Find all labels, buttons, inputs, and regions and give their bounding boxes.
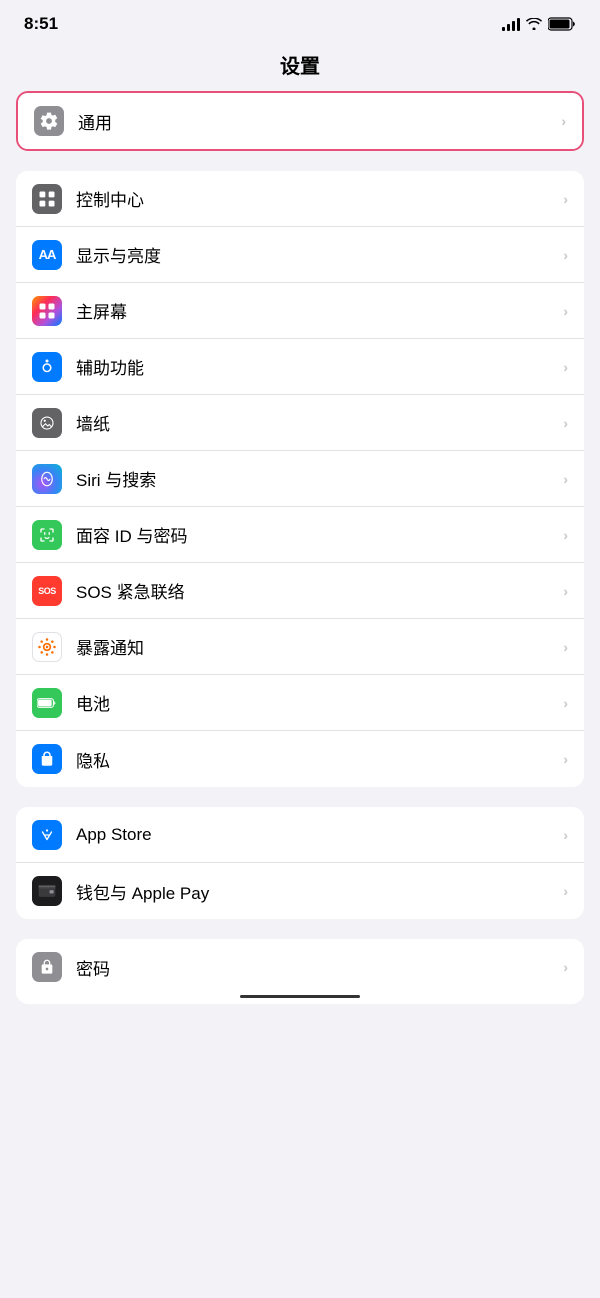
settings-row-general[interactable]: 通用 › <box>18 93 582 149</box>
status-bar: 8:51 <box>0 0 600 42</box>
home-screen-icon <box>32 296 62 326</box>
siri-label: Siri 与搜索 <box>76 466 559 491</box>
signal-icon <box>502 17 520 31</box>
wallpaper-label: 墙纸 <box>76 410 559 435</box>
settings-row-accessibility[interactable]: 辅助功能 › <box>16 339 584 395</box>
settings-row-faceid[interactable]: 面容 ID 与密码 › <box>16 507 584 563</box>
settings-row-wallpaper[interactable]: 墙纸 › <box>16 395 584 451</box>
siri-icon <box>32 464 62 494</box>
settings-row-siri[interactable]: Siri 与搜索 › <box>16 451 584 507</box>
sos-icon: SOS <box>32 576 62 606</box>
wallpaper-icon <box>32 408 62 438</box>
wifi-icon <box>526 18 542 30</box>
control-center-label: 控制中心 <box>76 186 559 211</box>
appstore-label: App Store <box>76 825 559 845</box>
battery-row-icon <box>32 688 62 718</box>
settings-row-appstore[interactable]: App Store › <box>16 807 584 863</box>
status-time: 8:51 <box>24 14 58 34</box>
wallet-icon <box>32 876 62 906</box>
faceid-label: 面容 ID 与密码 <box>76 522 559 547</box>
page-title: 设置 <box>0 42 600 91</box>
settings-row-password[interactable]: 密码 › <box>16 939 584 995</box>
settings-group-password: 密码 › <box>16 939 584 1004</box>
privacy-label: 隐私 <box>76 747 559 772</box>
settings-row-privacy[interactable]: 隐私 › <box>16 731 584 787</box>
exposure-icon <box>32 632 62 662</box>
settings-row-home-screen[interactable]: 主屏幕 › <box>16 283 584 339</box>
settings-row-sos[interactable]: SOS SOS 紧急联络 › <box>16 563 584 619</box>
settings-row-display[interactable]: AA 显示与亮度 › <box>16 227 584 283</box>
control-center-icon <box>32 184 62 214</box>
password-icon <box>32 952 62 982</box>
battery-label: 电池 <box>76 690 559 715</box>
display-label: 显示与亮度 <box>76 242 559 267</box>
settings-row-battery[interactable]: 电池 › <box>16 675 584 731</box>
settings-row-control-center[interactable]: 控制中心 › <box>16 171 584 227</box>
settings-row-exposure[interactable]: 暴露通知 › <box>16 619 584 675</box>
general-label: 通用 <box>78 109 557 134</box>
status-icons <box>502 17 576 31</box>
wallet-label: 钱包与 Apple Pay <box>76 879 559 904</box>
exposure-label: 暴露通知 <box>76 634 559 659</box>
home-indicator <box>240 995 360 998</box>
general-chevron: › <box>561 113 566 129</box>
accessibility-icon <box>32 352 62 382</box>
home-screen-label: 主屏幕 <box>76 298 559 323</box>
settings-group-main: 控制中心 › AA 显示与亮度 › 主屏幕 › 辅助功能 <box>16 171 584 787</box>
display-icon: AA <box>32 240 62 270</box>
password-label: 密码 <box>76 955 559 980</box>
privacy-icon <box>32 744 62 774</box>
general-icon <box>34 106 64 136</box>
battery-icon <box>548 17 576 31</box>
settings-group-highlighted: 通用 › <box>16 91 584 151</box>
sos-label: SOS 紧急联络 <box>76 578 559 603</box>
faceid-icon <box>32 520 62 550</box>
accessibility-label: 辅助功能 <box>76 354 559 379</box>
appstore-icon <box>32 820 62 850</box>
settings-row-wallet[interactable]: 钱包与 Apple Pay › <box>16 863 584 919</box>
settings-group-store: App Store › 钱包与 Apple Pay › <box>16 807 584 919</box>
